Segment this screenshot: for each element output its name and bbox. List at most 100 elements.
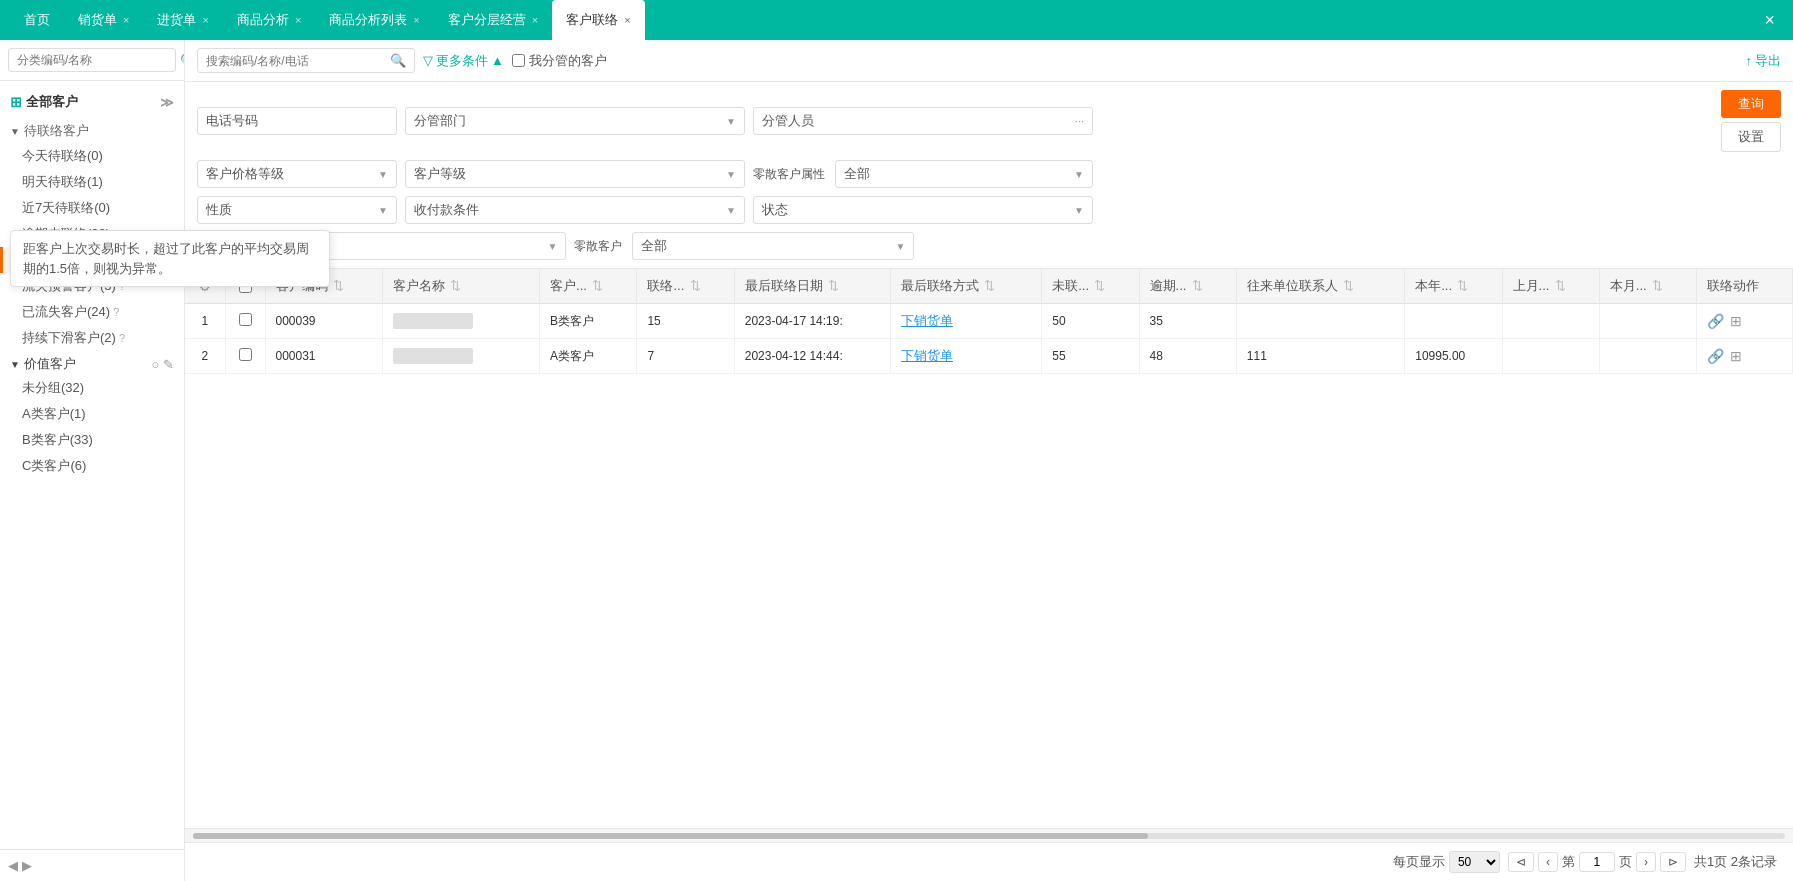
sort-icon[interactable]: ⇅ — [1192, 278, 1203, 293]
nav-customer-contact[interactable]: 客户联络 × — [552, 0, 644, 40]
total-records-label: 共1页 2条记录 — [1694, 853, 1777, 871]
page-label: 第 — [1562, 853, 1575, 871]
last-method-link[interactable]: 下销货单 — [901, 313, 953, 328]
all-customers-label: 全部客户 — [26, 93, 78, 111]
collapse-sidebar-button[interactable]: ◀ ▶ — [8, 858, 32, 873]
row-checkbox[interactable] — [239, 348, 252, 361]
link-action-icon[interactable]: 🔗 — [1707, 348, 1724, 364]
close-icon[interactable]: × — [413, 14, 419, 26]
sort-icon[interactable]: ⇅ — [1094, 278, 1105, 293]
th-last-month-label: 上月... — [1513, 278, 1550, 293]
sidebar-item-class-b[interactable]: B类客户(33) — [0, 427, 184, 453]
close-icon[interactable]: × — [532, 14, 538, 26]
row1-overdue: 35 — [1139, 304, 1236, 339]
nav-sales[interactable]: 销货单 × — [64, 0, 143, 40]
sidebar-group-pending[interactable]: ▼ 待联络客户 — [0, 117, 184, 143]
horizontal-scrollbar[interactable] — [185, 828, 1793, 842]
sort-icon[interactable]: ⇅ — [1457, 278, 1468, 293]
sidebar-search-input[interactable] — [8, 48, 176, 72]
sidebar-item-declining[interactable]: 持续下滑客户(2) ? — [0, 325, 184, 351]
row1-contact: 15 — [637, 304, 734, 339]
sidebar-item-ungrouped[interactable]: 未分组(32) — [0, 375, 184, 401]
price-grade-field[interactable]: 客户价格等级 ▼ — [197, 160, 397, 188]
my-customers-check[interactable] — [512, 54, 525, 67]
nav-home[interactable]: 首页 — [10, 0, 64, 40]
sort-icon[interactable]: ⇅ — [1555, 278, 1566, 293]
all-customers-title[interactable]: ⊞ 全部客户 ≫ — [0, 87, 184, 117]
customer-grade-field[interactable]: 客户等级 ▼ — [405, 160, 745, 188]
search-icon[interactable]: 🔍 — [390, 53, 406, 68]
per-page-select[interactable]: 10 20 50 100 — [1449, 851, 1500, 873]
content-area: 🔍 ▽ 更多条件 ▲ 我分管的客户 ↑ 导出 电话号码 — [185, 40, 1793, 881]
sidebar-item-tomorrow[interactable]: 明天待联络(1) — [0, 169, 184, 195]
sidebar-item-today[interactable]: 今天待联络(0) — [0, 143, 184, 169]
person-field[interactable]: 分管人员 ··· — [753, 107, 1093, 135]
row2-checkbox[interactable] — [225, 339, 265, 374]
row2-last-date: 2023-04-12 14:44: — [734, 339, 890, 374]
prev-page-button[interactable]: ‹ — [1538, 852, 1558, 872]
sort-icon[interactable]: ⇅ — [984, 278, 995, 293]
export-label: 导出 — [1755, 52, 1781, 70]
dept-field[interactable]: 分管部门 ▼ — [405, 107, 745, 135]
nav-customer-layer[interactable]: 客户分层经营 × — [434, 0, 552, 40]
row2-num: 2 — [185, 339, 225, 374]
th-last-method: 最后联络方式 ⇅ — [890, 269, 1041, 304]
payment-field[interactable]: 收付款条件 ▼ — [405, 196, 745, 224]
close-icon[interactable]: × — [295, 14, 301, 26]
next-page-button[interactable]: › — [1636, 852, 1656, 872]
export-button[interactable]: ↑ 导出 — [1746, 52, 1782, 70]
sidebar-item-7days[interactable]: 近7天待联络(0) — [0, 195, 184, 221]
close-icon[interactable]: × — [123, 14, 129, 26]
help-icon[interactable]: ? — [119, 332, 125, 344]
sort-icon[interactable]: ⇅ — [690, 278, 701, 293]
collapse-icon[interactable]: ≫ — [160, 95, 174, 110]
close-icon[interactable]: × — [624, 14, 630, 26]
window-close-button[interactable]: × — [1756, 10, 1783, 31]
chevron-down-icon: ▼ — [726, 169, 736, 180]
my-customers-checkbox[interactable]: 我分管的客户 — [512, 52, 607, 70]
nav-product-list[interactable]: 商品分析列表 × — [315, 0, 433, 40]
scatter-attr-select[interactable]: 全部 ▼ — [835, 160, 1093, 188]
value-customers-label: 价值客户 — [24, 355, 76, 373]
sidebar-value-customers-group[interactable]: ▼ 价值客户 ○ ✎ — [0, 351, 184, 375]
sort-icon[interactable]: ⇅ — [592, 278, 603, 293]
sort-icon[interactable]: ⇅ — [1343, 278, 1354, 293]
search-input[interactable] — [206, 54, 386, 68]
scroll-thumb[interactable] — [193, 833, 1148, 839]
row2-last-method[interactable]: 下销货单 — [890, 339, 1041, 374]
nav-product-analysis[interactable]: 商品分析 × — [223, 0, 315, 40]
sort-icon[interactable]: ⇅ — [828, 278, 839, 293]
first-page-button[interactable]: ⊲ — [1508, 852, 1534, 872]
status-field[interactable]: 状态 ▼ — [753, 196, 1093, 224]
more-conditions-button[interactable]: ▽ 更多条件 ▲ — [423, 52, 504, 70]
grid-action-icon[interactable]: ⊞ — [1730, 348, 1742, 364]
help-icon[interactable]: ? — [113, 306, 119, 318]
chevron-down-icon: ▼ — [895, 241, 905, 252]
sidebar-item-class-c[interactable]: C类客户(6) — [0, 453, 184, 479]
row-checkbox[interactable] — [239, 313, 252, 326]
page-number-input[interactable] — [1579, 852, 1615, 872]
sort-icon[interactable]: ⇅ — [1652, 278, 1663, 293]
search-box[interactable]: 🔍 — [197, 48, 415, 73]
close-icon[interactable]: × — [202, 14, 208, 26]
scatter-customer-select[interactable]: 全部 ▼ — [632, 232, 914, 260]
link-action-icon[interactable]: 🔗 — [1707, 313, 1724, 329]
nature-field[interactable]: 性质 ▼ — [197, 196, 397, 224]
sidebar-item-churned[interactable]: 已流失客户(24) ? — [0, 299, 184, 325]
query-button[interactable]: 查询 — [1721, 90, 1781, 118]
sort-icon[interactable]: ⇅ — [450, 278, 461, 293]
row1-checkbox[interactable] — [225, 304, 265, 339]
scroll-track[interactable] — [193, 833, 1785, 839]
grid-action-icon[interactable]: ⊞ — [1730, 313, 1742, 329]
sidebar-item-class-a[interactable]: A类客户(1) — [0, 401, 184, 427]
last-page-button[interactable]: ⊳ — [1660, 852, 1686, 872]
nav-purchase[interactable]: 进货单 × — [143, 0, 222, 40]
sort-icon[interactable]: ⇅ — [333, 278, 344, 293]
last-method-link[interactable]: 下销货单 — [901, 348, 953, 363]
row1-last-method[interactable]: 下销货单 — [890, 304, 1041, 339]
edit-icons[interactable]: ○ ✎ — [152, 357, 174, 372]
chevron-down-icon: ▼ — [10, 359, 20, 370]
settings-button[interactable]: 设置 — [1721, 122, 1781, 152]
chevron-down-icon: ▼ — [1074, 205, 1084, 216]
phone-field[interactable]: 电话号码 — [197, 107, 397, 135]
